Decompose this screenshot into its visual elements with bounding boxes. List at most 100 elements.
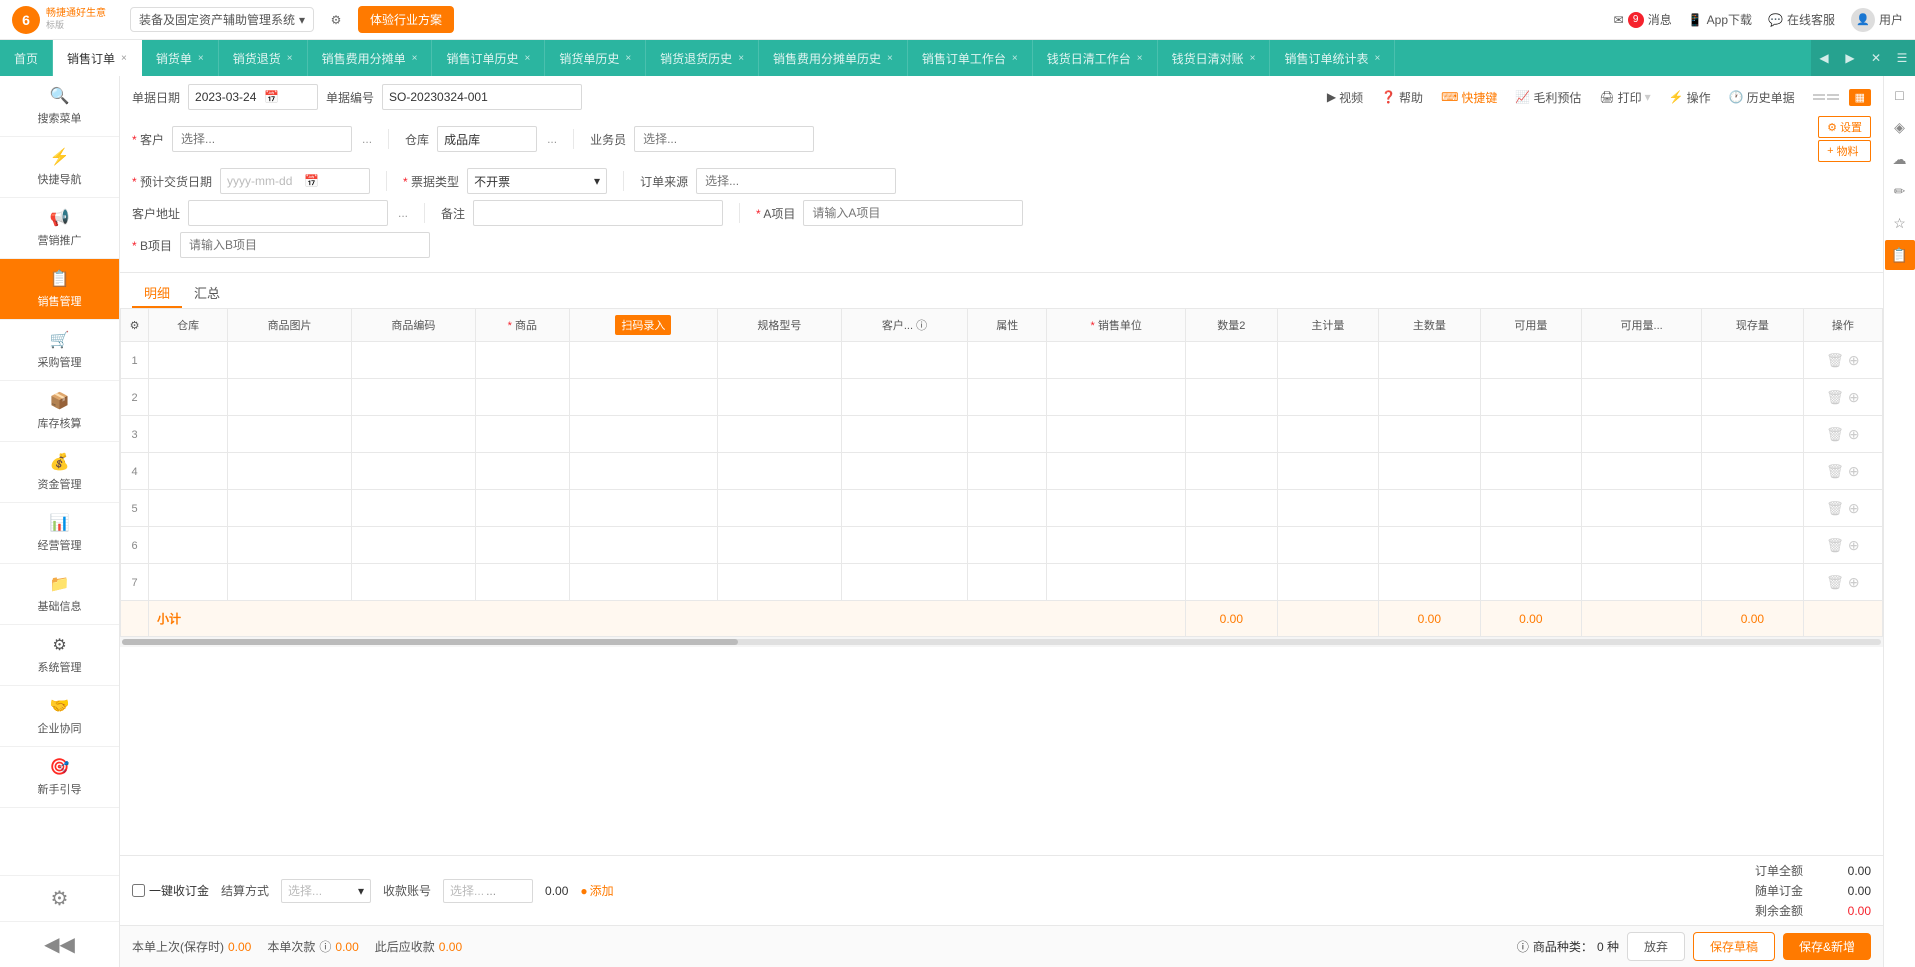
discard-btn[interactable]: 放弃 (1627, 932, 1685, 961)
close-tab-sales-order[interactable]: × (121, 53, 127, 64)
sidebar-item-system[interactable]: ⚙ 系统管理 (0, 625, 119, 686)
remark-input[interactable] (473, 200, 723, 226)
tab-order-history[interactable]: 销售订单历史 × (432, 40, 545, 76)
payment-method-select[interactable]: 选择... ▾ (281, 879, 371, 903)
nav-more-btn[interactable]: ☰ (1889, 40, 1915, 76)
sidebar-item-sales[interactable]: 📋 销售管理 (0, 259, 119, 320)
app-download-btn[interactable]: 📱 App下载 (1688, 11, 1752, 28)
nav-next-btn[interactable]: ▶ (1837, 40, 1863, 76)
rs-icon-1[interactable]: □ (1885, 80, 1915, 110)
grid-view-btn[interactable]: ▦ (1849, 89, 1871, 106)
tab-detail[interactable]: 明细 (132, 279, 182, 308)
sidebar-collapse-btn[interactable]: ◀◀ (0, 921, 119, 967)
rs-icon-5[interactable]: ☆ (1885, 208, 1915, 238)
sidebar-item-inventory[interactable]: 📦 库存核算 (0, 381, 119, 442)
row-delete-icon[interactable]: 🗑 (1826, 463, 1844, 480)
tab-order-stat[interactable]: 销售订单统计表 × (1270, 40, 1395, 76)
row-copy-icon[interactable]: ⊕ (1848, 426, 1860, 443)
customer-dots[interactable]: ... (362, 132, 372, 146)
account-select[interactable]: 选择... ... (443, 879, 533, 903)
tab-summary[interactable]: 汇总 (182, 279, 232, 308)
a-project-input[interactable] (803, 200, 1023, 226)
quick-checkout-checkbox[interactable] (132, 884, 145, 897)
print-btn[interactable]: 🖨 打印 ▾ (1595, 87, 1654, 108)
help-btn[interactable]: ❓ 帮助 (1377, 87, 1427, 108)
action-btn[interactable]: ⚡ 操作 (1665, 87, 1715, 108)
tab-sales-note[interactable]: 销货单 × (142, 40, 219, 76)
sidebar-item-finance[interactable]: 💰 资金管理 (0, 442, 119, 503)
row-delete-icon[interactable]: 🗑 (1826, 537, 1844, 554)
b-project-input[interactable] (180, 232, 430, 258)
sidebar-item-marketing[interactable]: 📢 营销推广 (0, 198, 119, 259)
add-material-btn[interactable]: + 物料 (1818, 140, 1871, 162)
bill-date-input[interactable]: 2023-03-24 📅 (188, 84, 318, 110)
row-delete-icon[interactable]: 🗑 (1826, 389, 1844, 406)
row-delete-icon[interactable]: 🗑 (1826, 500, 1844, 517)
bill-no-input[interactable]: SO-20230324-001 (382, 84, 582, 110)
invoice-type-select[interactable]: 不开票 ▾ (467, 168, 607, 194)
row-copy-icon[interactable]: ⊕ (1848, 500, 1860, 517)
sidebar-item-guide[interactable]: 🎯 新手引导 (0, 747, 119, 808)
rs-icon-2[interactable]: ◈ (1885, 112, 1915, 142)
user-btn[interactable]: 👤 用户 (1851, 8, 1903, 32)
tab-order-workbench[interactable]: 销售订单工作台 × (908, 40, 1033, 76)
rs-icon-4[interactable]: ✏ (1885, 176, 1915, 206)
quick-checkout-label[interactable]: 一键收订金 (132, 882, 209, 899)
row-delete-icon[interactable]: 🗑 (1826, 574, 1844, 591)
row-delete-icon[interactable]: 🗑 (1826, 426, 1844, 443)
customer-input[interactable] (172, 126, 352, 152)
row-copy-icon[interactable]: ⊕ (1848, 537, 1860, 554)
sidebar-item-nav[interactable]: ⚡ 快捷导航 (0, 137, 119, 198)
shortcut-btn[interactable]: ⌨ 快捷键 (1437, 87, 1501, 108)
close-tab-sales-note[interactable]: × (198, 53, 204, 64)
business-input[interactable] (634, 126, 814, 152)
customer-addr-input[interactable] (188, 200, 388, 226)
settings-icon[interactable]: ⚙ (322, 6, 350, 34)
row-copy-icon[interactable]: ⊕ (1848, 574, 1860, 591)
settings-panel-btn[interactable]: ⚙ 设置 (1818, 116, 1871, 138)
tab-daily-reconcile[interactable]: 钱货日清对账 × (1158, 40, 1271, 76)
tab-home[interactable]: 首页 (0, 40, 53, 76)
online-service-btn[interactable]: 💬 在线客服 (1768, 11, 1835, 28)
scan-enter-btn[interactable]: 扫码录入 (615, 315, 671, 335)
tab-sales-return[interactable]: 销货退货 × (219, 40, 308, 76)
delivery-date-input[interactable]: yyyy-mm-dd 📅 (220, 168, 370, 194)
industry-btn[interactable]: 体验行业方案 (358, 6, 454, 33)
tab-note-history[interactable]: 销货单历史 × (545, 40, 646, 76)
order-source-input[interactable] (696, 168, 896, 194)
nav-prev-btn[interactable]: ◀ (1811, 40, 1837, 76)
tab-sales-order[interactable]: 销售订单 × (53, 40, 142, 76)
sidebar-item-basic[interactable]: 📁 基础信息 (0, 564, 119, 625)
warehouse-input[interactable]: 成品库 (437, 126, 537, 152)
history-btn[interactable]: 🕐 历史单据 (1725, 87, 1799, 108)
profit-btn[interactable]: 📈 毛利预估 (1511, 87, 1585, 108)
app-selector[interactable]: 装备及固定资产辅助管理系统 ▾ (130, 7, 314, 32)
remark-label: 备注 (441, 205, 465, 222)
horizontal-scrollbar[interactable] (120, 637, 1883, 647)
tab-daily-workbench[interactable]: 钱货日清工作台 × (1033, 40, 1158, 76)
col-settings[interactable]: ⚙ (121, 309, 149, 342)
save-new-btn[interactable]: 保存&新增 (1783, 933, 1871, 960)
row-delete-icon[interactable]: 🗑 (1826, 352, 1844, 369)
sidebar-item-enterprise[interactable]: 🤝 企业协同 (0, 686, 119, 747)
close-tab-sales-return[interactable]: × (287, 53, 293, 64)
view-video-btn[interactable]: ▶ 视频 (1323, 87, 1367, 108)
row-copy-icon[interactable]: ⊕ (1848, 352, 1860, 369)
nav-close-all-btn[interactable]: ✕ (1863, 40, 1889, 76)
footer-right: ⓘ 商品种类： 0 种 放弃 保存草稿 保存&新增 (1517, 932, 1871, 961)
sidebar-item-business[interactable]: 📊 经营管理 (0, 503, 119, 564)
warehouse-dots[interactable]: ... (547, 132, 557, 146)
sidebar-item-search[interactable]: 🔍 搜索菜单 (0, 76, 119, 137)
row-copy-icon[interactable]: ⊕ (1848, 463, 1860, 480)
add-payment-btn[interactable]: ● 添加 (580, 882, 613, 899)
sidebar-item-purchase[interactable]: 🛒 采购管理 (0, 320, 119, 381)
rs-icon-6[interactable]: 📋 (1885, 240, 1915, 270)
row-copy-icon[interactable]: ⊕ (1848, 389, 1860, 406)
tab-return-history[interactable]: 销货退货历史 × (646, 40, 759, 76)
save-draft-btn[interactable]: 保存草稿 (1693, 932, 1775, 961)
tab-sales-expense[interactable]: 销售费用分摊单 × (308, 40, 433, 76)
tab-expense-history[interactable]: 销售费用分摊单历史 × (759, 40, 908, 76)
sidebar-settings-btn[interactable]: ⚙ (0, 875, 119, 921)
message-btn[interactable]: ✉ 9 消息 (1614, 11, 1672, 28)
rs-icon-3[interactable]: ☁ (1885, 144, 1915, 174)
